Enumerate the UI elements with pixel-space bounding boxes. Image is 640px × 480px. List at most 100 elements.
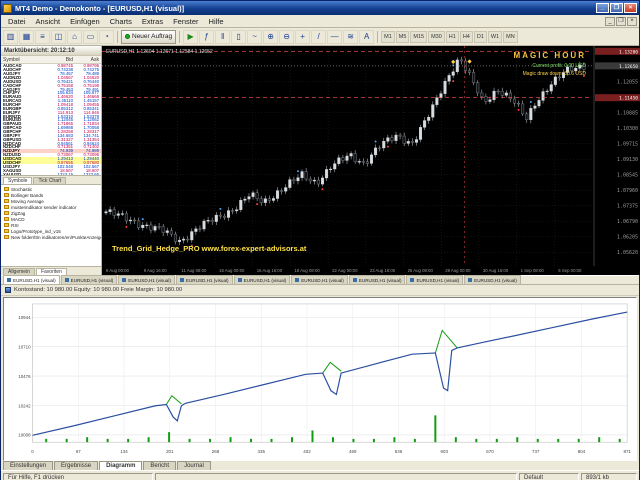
text-label-icon[interactable]: A [359, 29, 375, 44]
navigator-item[interactable]: New folder/ttm indikatoren/en/PunkteAnze… [1, 234, 101, 240]
indicators-icon[interactable]: ƒ [199, 29, 215, 44]
timeframe-h4[interactable]: H4 [459, 30, 473, 43]
chart-tab-icon [295, 278, 300, 282]
svg-text:536: 536 [395, 449, 403, 454]
zoom-in-icon[interactable]: ⊕ [263, 29, 279, 44]
svg-text:670: 670 [486, 449, 494, 454]
mdi-minimize-button[interactable]: _ [605, 16, 615, 26]
timeframe-w1[interactable]: W1 [487, 30, 503, 43]
mdi-close-button[interactable]: × [627, 16, 637, 26]
navigator-tab-favoriten[interactable]: Favoriten [35, 268, 67, 275]
market-watch-tab-symbole[interactable]: Symbole [3, 177, 33, 184]
chart-window-tab[interactable]: EURUSD,H1 (visual) [60, 275, 118, 284]
navigator-tab-allgemein[interactable]: Allgemein [3, 268, 35, 275]
menu-item-ansicht[interactable]: Ansicht [31, 16, 66, 27]
mdi-restore-button[interactable]: ❐ [616, 16, 626, 26]
svg-text:1.08545: 1.08545 [617, 172, 638, 178]
tester-tab-einstellungen[interactable]: Einstellungen [3, 461, 54, 470]
crosshair-icon[interactable]: + [295, 29, 311, 44]
terminal-icon[interactable]: ▭ [83, 29, 98, 44]
close-button[interactable]: × [624, 3, 637, 13]
left-panel: Marktübersicht: 20:12:10 Symbol Bid Ask … [1, 46, 102, 275]
navigator-item-label: New folder/ttm indikatoren/en/PunkteAnze… [11, 234, 101, 240]
timeframe-m15[interactable]: M15 [410, 30, 428, 43]
chart-tab-label: EURUSD,H1 (visual) [13, 277, 56, 283]
autotrading-icon[interactable]: ▶ [183, 29, 199, 44]
market-watch-tab-tick-chart[interactable]: Tick Chart [33, 177, 67, 184]
chart-tab-icon [7, 278, 11, 282]
folder-icon [4, 229, 9, 233]
column-bid: Bid [65, 56, 73, 63]
new-order-button[interactable]: Neuer Auftrag [121, 29, 177, 44]
new-order-label: Neuer Auftrag [132, 33, 173, 40]
strategy-tester-icon[interactable]: ◔ [99, 29, 114, 44]
svg-text:1.11450: 1.11450 [619, 96, 638, 102]
chart-candles-icon[interactable]: ▯ [231, 29, 247, 44]
svg-text:10944: 10944 [18, 315, 31, 320]
chart-profiles-icon[interactable]: ▦ [19, 29, 34, 44]
trendline-icon[interactable]: / [311, 29, 327, 44]
timeframe-h1[interactable]: H1 [445, 30, 459, 43]
data-window-icon[interactable]: ◫ [51, 29, 66, 44]
svg-text:Trend_Grid_Hedge_PRO www.fore: Trend_Grid_Hedge_PRO www.forex-expert-ad… [112, 244, 307, 253]
chart-window-tab[interactable]: EURUSD,H1 (visual) [233, 275, 291, 284]
toolbar: ▥ ▦ ≡ ◫ ⌂ ▭ ◔ Neuer Auftrag ▶ ƒ ‖ ▯ ~ ⊕ ⊖ + / — ≋ A M1 M5 M15 M… [1, 28, 639, 46]
navigator-item-label: ZigZag [11, 210, 26, 216]
navigator-list: Stochastic Bollinger Bands Moving Average m… [1, 185, 101, 266]
tester-tab-ergebnisse[interactable]: Ergebnisse [54, 461, 99, 470]
timeline-label: 22 Aug 00:00 [332, 268, 358, 273]
tester-tab-bericht[interactable]: Bericht [143, 461, 177, 470]
chart-window-tab[interactable]: EURUSD,H1 (visual) [464, 275, 521, 284]
tester-tab-journal[interactable]: Journal [177, 461, 211, 470]
status-connection: 893/1 kb [581, 472, 637, 480]
chart-window-tab[interactable]: EURUSD,H1 (visual) [348, 275, 406, 284]
chart-window-tab[interactable]: EURUSD,H1 (visual) [175, 275, 233, 284]
tester-summary-bar: Kontostand: 10 980.00 Equity: 10 980.00 … [1, 285, 639, 296]
svg-text:10242: 10242 [18, 403, 31, 408]
app-icon [3, 3, 12, 13]
horizontal-line-icon[interactable]: — [327, 29, 343, 44]
menu-item-extras[interactable]: Extras [137, 16, 168, 27]
navigator-item-label: MACD [11, 216, 25, 222]
menu-item-datei[interactable]: Datei [3, 16, 31, 27]
menu-item-fenster[interactable]: Fenster [168, 16, 203, 27]
chart-bars-icon[interactable]: ‖ [215, 29, 231, 44]
folder-icon [4, 217, 9, 221]
svg-text:1.12650: 1.12650 [619, 64, 638, 70]
chart-line-icon[interactable]: ~ [247, 29, 263, 44]
svg-text:1.10300: 1.10300 [617, 126, 638, 132]
menu-item-charts[interactable]: Charts [105, 16, 137, 27]
fibonacci-icon[interactable]: ≋ [343, 29, 359, 44]
timeline-label: 30 Aug 16:00 [482, 268, 509, 273]
timeframe-m1[interactable]: M1 [381, 30, 395, 43]
timeframe-mn[interactable]: MN [503, 30, 518, 43]
chart-window-tab[interactable]: EURUSD,H1 (visual) [406, 275, 464, 284]
chart-window-tab[interactable]: EURUSD,H1 (visual) [3, 275, 60, 284]
navigator-icon[interactable]: ⌂ [67, 29, 82, 44]
svg-text:1.13200: 1.13200 [619, 49, 638, 55]
svg-text:603: 603 [441, 449, 449, 454]
chart-window-tab[interactable]: EURUSD,H1 (visual) [118, 275, 175, 284]
minimize-button[interactable]: _ [596, 3, 609, 13]
timeframe-d1[interactable]: D1 [473, 30, 487, 43]
tester-tab-diagramm[interactable]: Diagramm [99, 461, 143, 470]
folder-icon [4, 205, 9, 209]
zoom-out-icon[interactable]: ⊖ [279, 29, 295, 44]
timeframe-m5[interactable]: M5 [395, 30, 410, 43]
menu-item-hilfe[interactable]: Hilfe [204, 16, 229, 27]
new-chart-icon[interactable]: ▥ [3, 29, 18, 44]
market-watch-icon[interactable]: ≡ [35, 29, 50, 44]
svg-text:10710: 10710 [18, 344, 31, 349]
folder-icon [4, 223, 9, 227]
price-chart-canvas[interactable]: 1.132251.126401.120551.114701.108851.103… [102, 46, 640, 266]
chart-tab-label: EURUSD,H1 (visual) [185, 277, 229, 283]
timeframe-m30[interactable]: M30 [428, 30, 445, 43]
menu-item-einf-gen[interactable]: Einfügen [65, 16, 105, 27]
chart-tab-label: EURUSD,H1 (visual) [128, 277, 171, 283]
tester-balance-graph[interactable]: 10944107101047610242100080 67 134 201 268 335… [3, 297, 637, 461]
chart-window-tab[interactable]: EURUSD,H1 (visual) [291, 275, 348, 284]
status-profile[interactable]: Default [519, 472, 579, 480]
svg-text:201: 201 [166, 449, 174, 454]
maximize-button[interactable]: ❐ [610, 3, 623, 13]
status-bar: Für Hilfe, F1 drücken Default 893/1 kb [1, 470, 639, 480]
